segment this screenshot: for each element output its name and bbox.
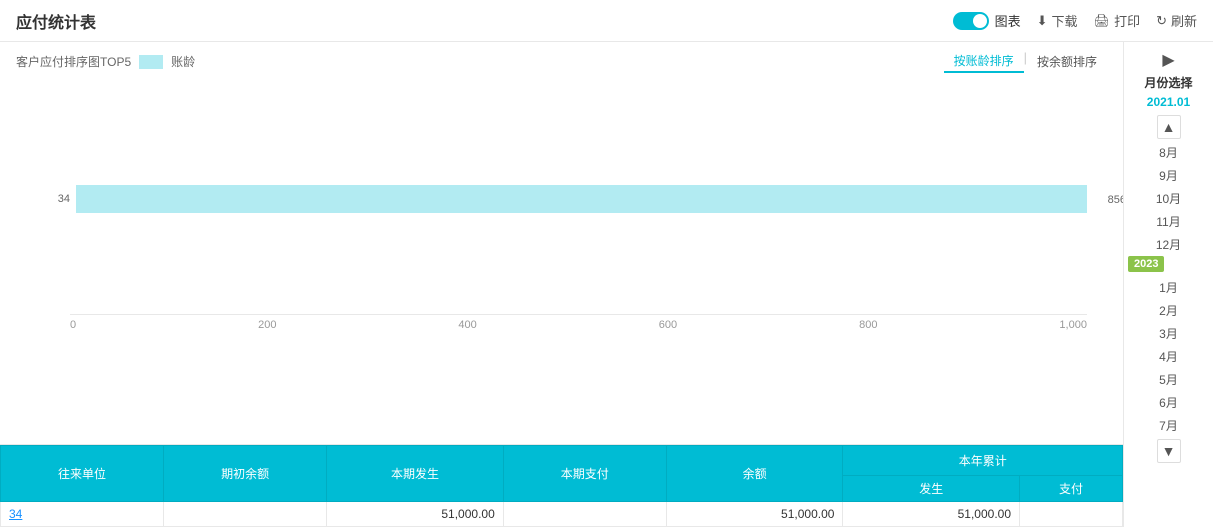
table-section: 往来单位 期初余额 本期发生 本期支付 余额 本年累计 发生 支付: [0, 444, 1123, 527]
col-incoming: 往来单位: [1, 446, 164, 502]
sort-by-balance-button[interactable]: 按账龄排序: [944, 50, 1024, 73]
sort-buttons: 按账龄排序 | 按余额排序: [944, 50, 1107, 73]
sort-by-amount-button[interactable]: 按余额排序: [1027, 50, 1107, 73]
x-axis: 0 200 400 600 800 1,000: [70, 314, 1087, 331]
x-label-200: 200: [258, 319, 276, 331]
cell-ytd-pay: [1020, 502, 1123, 527]
sidebar-down-button[interactable]: ▼: [1157, 439, 1181, 463]
sidebar-month-10[interactable]: 10月: [1128, 187, 1209, 210]
sidebar-month-7[interactable]: 7月: [1128, 414, 1209, 437]
col-opening: 期初余额: [164, 446, 327, 502]
data-table: 往来单位 期初余额 本期发生 本期支付 余额 本年累计 发生 支付: [0, 445, 1123, 527]
legend-box: [139, 55, 163, 69]
x-label-400: 400: [458, 319, 476, 331]
chart-area: 34 856天 0 200 400 600 800 1,000: [0, 77, 1123, 444]
sidebar-month-6[interactable]: 6月: [1128, 391, 1209, 414]
col-ytd-occur: 发生: [843, 476, 1020, 502]
cell-balance: 51,000.00: [666, 502, 843, 527]
sidebar-month-2[interactable]: 2月: [1128, 299, 1209, 322]
sidebar-month-8[interactable]: 8月: [1128, 141, 1209, 164]
cell-current-occur: 51,000.00: [327, 502, 504, 527]
col-current-occur: 本期发生: [327, 446, 504, 502]
x-label-0: 0: [70, 319, 76, 331]
download-label: 下载: [1052, 11, 1078, 30]
sidebar-month-3[interactable]: 3月: [1128, 322, 1209, 345]
legend-label: 账龄: [171, 53, 195, 70]
col-current-pay: 本期支付: [503, 446, 666, 502]
sidebar: ▶ 月份选择 2021.01 ▲ 8月 9月 10月 11月 12月 2023 …: [1123, 42, 1213, 527]
sidebar-collapse-btn[interactable]: ▶: [1162, 50, 1174, 70]
chart-bar: 856天: [76, 185, 1087, 213]
chart-inner: 34 856天 0 200 400 600 800 1,000: [16, 81, 1107, 341]
year-badge: 2023: [1128, 256, 1164, 272]
collapse-icon: ▶: [1162, 50, 1174, 70]
sidebar-month-9[interactable]: 9月: [1128, 164, 1209, 187]
year-badge-row: 2023: [1128, 256, 1209, 276]
x-label-600: 600: [659, 319, 677, 331]
legend-title: 客户应付排序图TOP5: [16, 53, 131, 70]
col-ytd-pay: 支付: [1020, 476, 1123, 502]
refresh-label: 刷新: [1171, 11, 1197, 30]
header-actions: 图表 ⬇ 下载 🖨 打印 ↻ 刷新: [953, 11, 1197, 30]
cell-opening: [164, 502, 327, 527]
table-row: 34 51,000.00 51,000.00 51,000.00: [1, 502, 1123, 527]
download-button[interactable]: ⬇ 下载: [1037, 11, 1078, 30]
sidebar-month-11[interactable]: 11月: [1128, 210, 1209, 233]
chart-legend: 客户应付排序图TOP5 账龄: [16, 53, 195, 70]
sidebar-title: 月份选择: [1144, 74, 1192, 91]
print-icon: 🖨: [1094, 13, 1111, 29]
sidebar-month-12[interactable]: 12月: [1128, 233, 1209, 256]
print-button[interactable]: 🖨 打印: [1094, 11, 1141, 30]
cell-ytd-occur: 51,000.00: [843, 502, 1020, 527]
bar-end-label: 856天: [1108, 191, 1123, 207]
col-balance: 余额: [666, 446, 843, 502]
sidebar-month-1[interactable]: 1月: [1128, 276, 1209, 299]
refresh-button[interactable]: ↻ 刷新: [1156, 11, 1197, 30]
chart-toggle[interactable]: [953, 12, 989, 30]
chart-toggle-label: 图表: [995, 11, 1021, 30]
cell-current-pay: [503, 502, 666, 527]
x-label-1000: 1,000: [1059, 319, 1087, 331]
sidebar-up-button[interactable]: ▲: [1157, 115, 1181, 139]
cell-unit[interactable]: 34: [1, 502, 164, 527]
sidebar-month-5[interactable]: 5月: [1128, 368, 1209, 391]
chart-toggle-wrap: 图表: [953, 11, 1021, 30]
chart-header: 客户应付排序图TOP5 账龄 按账龄排序 | 按余额排序: [0, 42, 1123, 77]
print-label: 打印: [1114, 11, 1140, 30]
download-icon: ⬇: [1037, 13, 1048, 29]
sidebar-month-4[interactable]: 4月: [1128, 345, 1209, 368]
col-ytd: 本年累计: [843, 446, 1123, 476]
refresh-icon: ↻: [1156, 13, 1167, 29]
sidebar-current-date: 2021.01: [1147, 95, 1190, 109]
page-title: 应付统计表: [16, 9, 96, 33]
bar-y-label: 34: [46, 193, 70, 205]
x-label-800: 800: [859, 319, 877, 331]
